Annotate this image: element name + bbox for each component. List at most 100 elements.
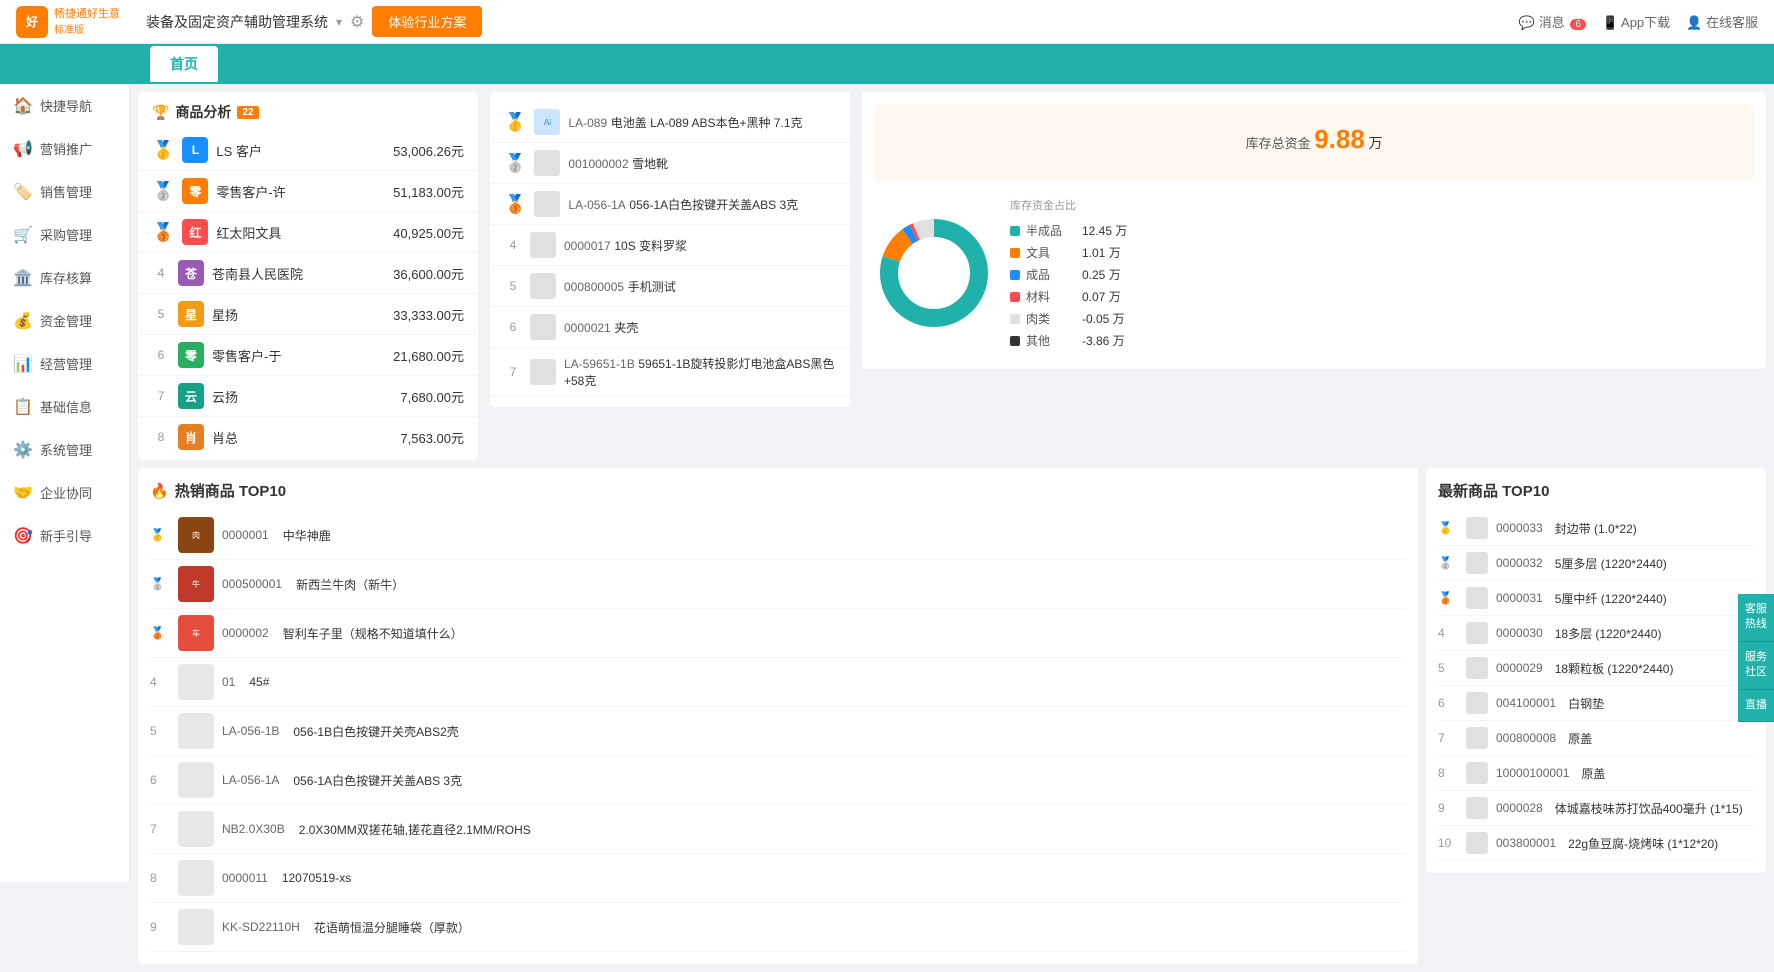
- guide-icon: 🎯: [14, 527, 32, 545]
- medal-icon: 🥇: [504, 112, 526, 133]
- list-item: 5 0000029 18颗粒板 (1220*2440): [1438, 651, 1754, 686]
- trial-button[interactable]: 体验行业方案: [372, 6, 482, 37]
- product-thumbnail: 牛: [178, 566, 214, 602]
- message-badge: 6: [1570, 19, 1586, 30]
- sales-icon: 🏷️: [14, 183, 32, 201]
- live-btn[interactable]: 直播: [1738, 690, 1774, 722]
- message-btn[interactable]: 💬 消息 6: [1519, 12, 1586, 31]
- list-item: 4 01 45#: [150, 658, 1406, 707]
- product-thumbnail: [530, 273, 556, 299]
- tab-home[interactable]: 首页: [150, 46, 218, 82]
- inventory-icon: 🏛️: [14, 269, 32, 287]
- sidebar-label-sales: 销售管理: [40, 182, 92, 201]
- table-row: 7 LA-59651-1B 59651-1B旋转投影灯电池盒ABS黑色+58克: [490, 348, 850, 397]
- product-thumbnail: [1466, 692, 1488, 714]
- list-item: 6 004100001 白钢垫: [1438, 686, 1754, 721]
- table-row: 7 云 云扬 7,680.00元: [138, 376, 478, 417]
- medal-icon: 🥈: [504, 153, 526, 174]
- product-thumbnail: [530, 359, 556, 385]
- sidebar-item-system[interactable]: ⚙️ 系统管理: [0, 428, 129, 471]
- product-thumbnail: [178, 762, 214, 798]
- sidebar-item-basics[interactable]: 📋 基础信息: [0, 385, 129, 428]
- sidebar-item-collab[interactable]: 🤝 企业协同: [0, 471, 129, 514]
- sidebar-item-finance[interactable]: 💰 资金管理: [0, 299, 129, 342]
- avatar: 肖: [178, 424, 204, 450]
- table-row: 🥉 红 红太阳文具 40,925.00元: [138, 212, 478, 253]
- app-download-btn[interactable]: 📱 App下载: [1602, 12, 1670, 31]
- medal-icon: 🥈: [152, 181, 174, 202]
- sidebar-item-quicknav[interactable]: 🏠 快捷导航: [0, 84, 129, 127]
- service-community-btn[interactable]: 服务社区: [1738, 642, 1774, 690]
- product-thumbnail: [530, 314, 556, 340]
- sidebar-item-guide[interactable]: 🎯 新手引导: [0, 514, 129, 557]
- product-info: 000800005 手机测试: [564, 278, 836, 295]
- table-row: 6 零 零售客户-于 21,680.00元: [138, 335, 478, 376]
- avatar: 云: [178, 383, 204, 409]
- legend-color: [1010, 292, 1020, 302]
- list-item: 🥈 牛 000500001 新西兰牛肉（新牛）: [150, 560, 1406, 609]
- product-thumbnail: [178, 860, 214, 896]
- sidebar: 🔍 搜索菜单 🏠 快捷导航 📢 营销推广 🏷️ 销售管理 🛒 采购管理 🏛️ 库…: [0, 44, 130, 882]
- customer-service-btn[interactable]: 客服热线: [1738, 594, 1774, 642]
- newest-products-title: 最新商品 TOP10: [1438, 480, 1754, 501]
- chart-subtitle: 库存资金占比: [1010, 197, 1127, 213]
- sidebar-label-guide: 新手引导: [40, 526, 92, 545]
- hot-products-title: 🔥 热销商品 TOP10: [150, 480, 1406, 501]
- product-thumbnail: [534, 191, 560, 217]
- top-badge: 22: [237, 106, 258, 119]
- sidebar-label-inventory: 库存核算: [40, 268, 92, 287]
- product-info: LA-056-1A 056-1A白色按键开关盖ABS 3克: [568, 196, 836, 213]
- sidebar-label-system: 系统管理: [40, 440, 92, 459]
- sidebar-label-collab: 企业协同: [40, 483, 92, 502]
- table-row: 4 0000017 10S 变料罗浆: [490, 225, 850, 266]
- product-thumbnail: [1466, 657, 1488, 679]
- gear-icon[interactable]: ⚙: [350, 12, 364, 32]
- product-info: 0000017 10S 变料罗浆: [564, 237, 836, 254]
- legend-item: 肉类 -0.05 万: [1010, 310, 1127, 327]
- newest-products-panel: 最新商品 TOP10 🥇 0000033 封边带 (1.0*22) 🥈 0000…: [1426, 468, 1766, 873]
- table-row: 8 肖 肖总 7,563.00元: [138, 417, 478, 450]
- product-thumbnail: [178, 811, 214, 847]
- legend-color: [1010, 314, 1020, 324]
- customer-top10-panel: 🏆 商品分析 22 🥇 L LS 客户 53,006.26元 🥈 零 零售客户-…: [138, 92, 478, 460]
- table-row: 🥇 Ai LA-089 电池盖 LA-089 ABS本色+黑种 7.1克: [490, 102, 850, 143]
- table-row: 🥇 L LS 客户 53,006.26元: [138, 130, 478, 171]
- medal-icon: 🥉: [504, 194, 526, 215]
- sidebar-label-marketing: 营销推广: [40, 139, 92, 158]
- avatar: 星: [178, 301, 204, 327]
- logo: 好 畅捷通好生意 标准版: [16, 6, 146, 38]
- topbar-right: 💬 消息 6 📱 App下载 👤 在线客服: [1519, 12, 1758, 31]
- online-service-btn[interactable]: 👤 在线客服: [1686, 12, 1758, 31]
- inventory-legend: 库存资金占比 半成品 12.45 万 文具 1.01 万 成品 0.: [1010, 197, 1127, 349]
- logo-icon: 好: [16, 6, 48, 38]
- legend-item: 半成品 12.45 万: [1010, 222, 1127, 239]
- float-buttons: 客服热线 服务社区 直播: [1738, 594, 1774, 722]
- sidebar-label-basics: 基础信息: [40, 397, 92, 416]
- avatar: 红: [182, 219, 208, 245]
- sidebar-label-finance: 资金管理: [40, 311, 92, 330]
- operations-icon: 📊: [14, 355, 32, 373]
- sidebar-item-sales[interactable]: 🏷️ 销售管理: [0, 170, 129, 213]
- table-row: 🥉 LA-056-1A 056-1A白色按键开关盖ABS 3克: [490, 184, 850, 225]
- chevron-down-icon[interactable]: ▾: [336, 15, 342, 29]
- medal-icon: 🥉: [152, 222, 174, 243]
- sidebar-item-operations[interactable]: 📊 经营管理: [0, 342, 129, 385]
- list-item: 10 003800001 22g鱼豆腐-烧烤味 (1*12*20): [1438, 826, 1754, 861]
- collab-icon: 🤝: [14, 484, 32, 502]
- product-thumbnail: [530, 232, 556, 258]
- product-thumbnail: [178, 664, 214, 700]
- customer-list: 🥇 L LS 客户 53,006.26元 🥈 零 零售客户-许 51,183.0…: [138, 130, 478, 450]
- sidebar-item-purchase[interactable]: 🛒 采购管理: [0, 213, 129, 256]
- avatar: 零: [182, 178, 208, 204]
- purchase-icon: 🛒: [14, 226, 32, 244]
- list-item: 9 KK-SD22110H 花语萌恒温分腿睡袋（厚款）: [150, 903, 1406, 952]
- legend-item: 文具 1.01 万: [1010, 244, 1127, 261]
- sidebar-item-marketing[interactable]: 📢 营销推广: [0, 127, 129, 170]
- message-label: 消息: [1539, 15, 1565, 30]
- system-icon: ⚙️: [14, 441, 32, 459]
- topbar: 好 畅捷通好生意 标准版 装备及固定资产辅助管理系统 ▾ ⚙ 体验行业方案 💬 …: [0, 0, 1774, 44]
- list-item: 7 000800008 原盖: [1438, 721, 1754, 756]
- list-item: 🥉 0000031 5厘中纤 (1220*2440): [1438, 581, 1754, 616]
- sidebar-item-inventory[interactable]: 🏛️ 库存核算: [0, 256, 129, 299]
- list-item: 🥈 0000032 5厘多层 (1220*2440): [1438, 546, 1754, 581]
